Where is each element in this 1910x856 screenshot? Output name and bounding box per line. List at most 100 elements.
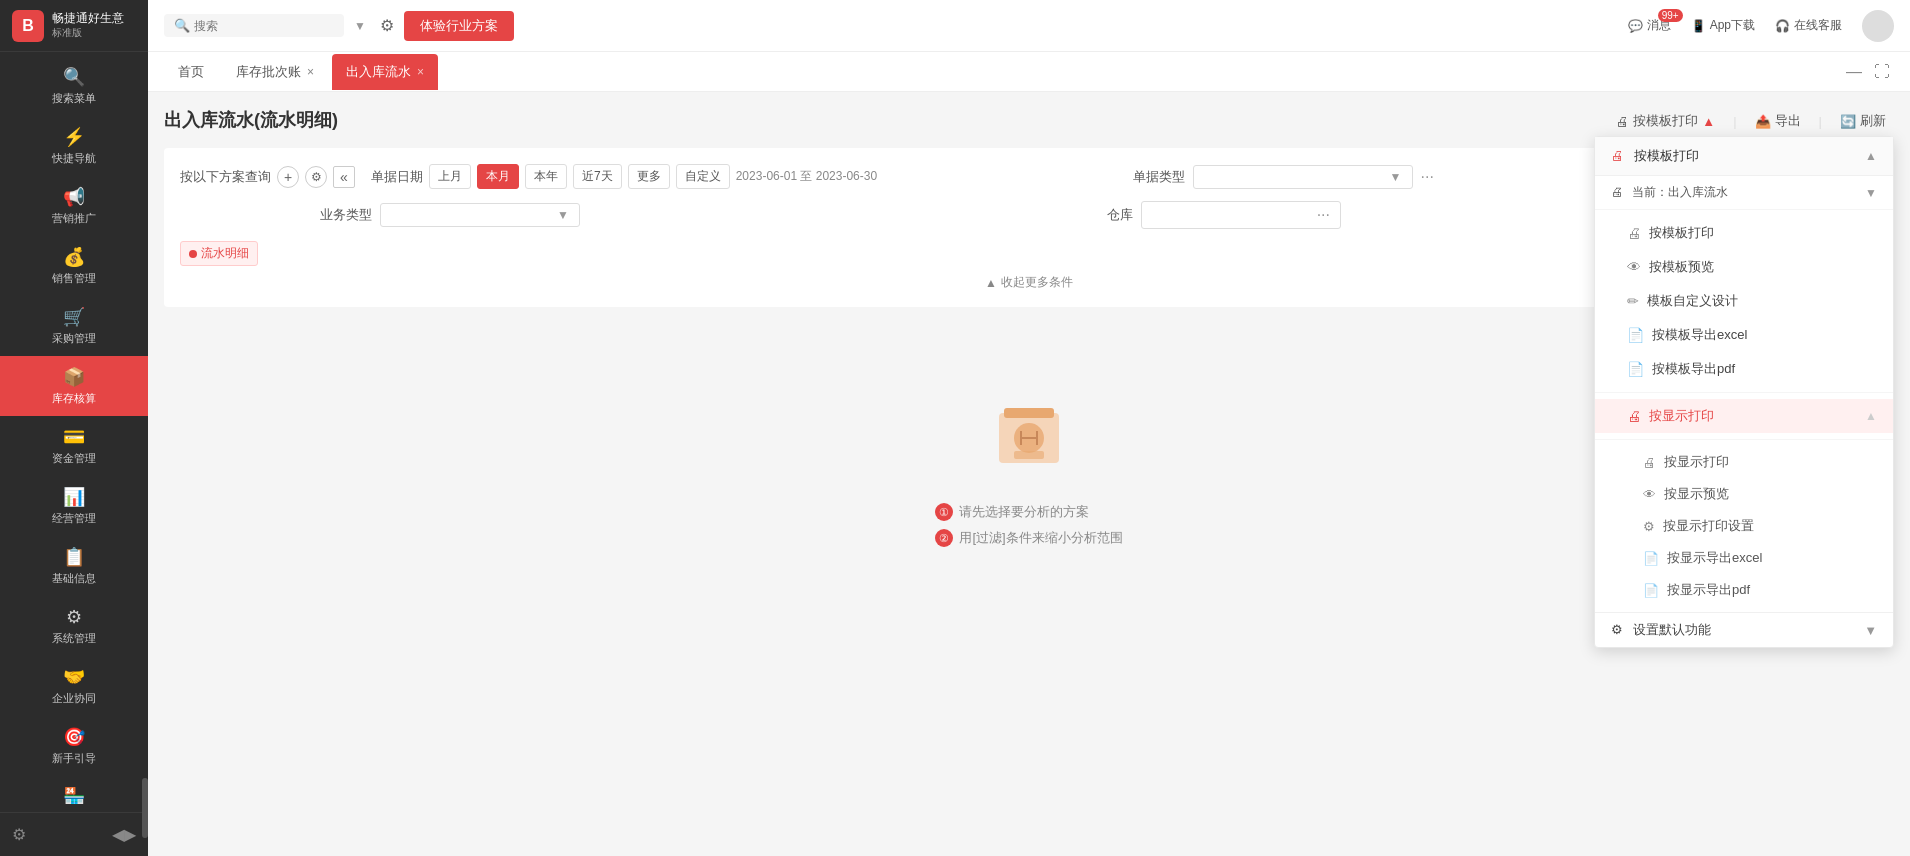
- display-print-icon: 🖨: [1643, 455, 1656, 470]
- doc-type-more-icon[interactable]: ···: [1421, 168, 1434, 186]
- topbar-search-box[interactable]: 🔍: [164, 14, 344, 37]
- display-print-settings-icon: ⚙: [1643, 519, 1655, 534]
- dropdown-display-section-header: 🖨 按显示打印 ▲: [1595, 393, 1893, 440]
- logo-name: 畅捷通好生意: [52, 11, 124, 27]
- filter-scheme-button[interactable]: ⚙: [305, 166, 327, 188]
- settings-icon[interactable]: ⚙: [12, 825, 26, 844]
- display-print-header-label: 按显示打印: [1649, 407, 1714, 425]
- shortcut-icon: ⚡: [63, 126, 85, 148]
- industry-solution-button[interactable]: 体验行业方案: [404, 11, 514, 41]
- refresh-button[interactable]: 🔄 刷新: [1832, 108, 1894, 134]
- search-icon: 🔍: [174, 18, 190, 33]
- warehouse-select[interactable]: ···: [1141, 201, 1341, 229]
- tab-home[interactable]: 首页: [164, 54, 218, 90]
- dropdown-current-chevron-icon[interactable]: ▼: [1865, 186, 1877, 200]
- guide-label: 新手引导: [52, 751, 96, 766]
- sidebar-item-search[interactable]: 🔍 搜索菜单: [0, 56, 148, 116]
- date-label: 单据日期: [371, 168, 423, 186]
- current-year-button[interactable]: 本年: [525, 164, 567, 189]
- user-avatar[interactable]: [1862, 10, 1894, 42]
- dropdown-template-preview[interactable]: 👁 按模板预览: [1595, 250, 1893, 284]
- active-filter-tag[interactable]: 流水明细: [180, 241, 258, 266]
- topbar-chevron-icon[interactable]: ▼: [354, 19, 366, 33]
- sidebar-item-finance[interactable]: 💳 资金管理: [0, 416, 148, 476]
- dropdown-footer-settings[interactable]: ⚙ 设置默认功能 ▼: [1595, 612, 1893, 647]
- collapse-more-button[interactable]: ▲ 收起更多条件: [985, 274, 1073, 291]
- last-7-days-button[interactable]: 近7天: [573, 164, 622, 189]
- collapse-sidebar-icon[interactable]: ◀▶: [112, 825, 136, 844]
- sidebar-item-guide[interactable]: 🎯 新手引导: [0, 716, 148, 776]
- dropdown-display-print-header[interactable]: 🖨 按显示打印 ▲: [1595, 399, 1893, 433]
- custom-date-button[interactable]: 自定义: [676, 164, 730, 189]
- dropdown-template-customize[interactable]: ✏ 模板自定义设计: [1595, 284, 1893, 318]
- dropdown-display-sub-section: 🖨 按显示打印 👁 按显示预览 ⚙ 按显示打印设置 📄 按显示导出excel 📄: [1595, 440, 1893, 612]
- filter-add-button[interactable]: +: [277, 166, 299, 188]
- message-icon: 💬: [1628, 19, 1643, 33]
- display-print-arrow-icon: ▲: [1865, 409, 1877, 423]
- export-button[interactable]: 📤 导出: [1747, 108, 1809, 134]
- sidebar-item-sales[interactable]: 💰 销售管理: [0, 236, 148, 296]
- right-toolbar: 🖨 按模板打印 ▲ | 📤 导出 | 🔄 刷新: [1608, 108, 1894, 134]
- dropdown-header-chevron-icon[interactable]: ▲: [1865, 149, 1877, 163]
- tabs-maximize-button[interactable]: ⛶: [1870, 59, 1894, 85]
- tab-flow-close[interactable]: ×: [417, 66, 424, 78]
- sidebar-item-appstore[interactable]: 🏪 应用中心: [0, 776, 148, 804]
- sidebar-item-shortcut[interactable]: ⚡ 快捷导航: [0, 116, 148, 176]
- refresh-label: 刷新: [1860, 112, 1886, 130]
- business-type-label: 业务类型: [320, 206, 372, 224]
- appstore-icon: 🏪: [63, 786, 85, 804]
- finance-label: 资金管理: [52, 451, 96, 466]
- sidebar-item-operations[interactable]: 📊 经营管理: [0, 476, 148, 536]
- sidebar-nav: 🔍 搜索菜单 ⚡ 快捷导航 📢 营销推广 💰 销售管理 🛒 采购管理 📦 库存核…: [0, 52, 148, 804]
- tab-batch-account-close[interactable]: ×: [307, 66, 314, 78]
- online-service-label: 在线客服: [1794, 17, 1842, 34]
- tabs-minimize-button[interactable]: —: [1842, 59, 1866, 85]
- filter-collapse-button[interactable]: «: [333, 166, 355, 188]
- app-download-label: App下载: [1710, 17, 1755, 34]
- tab-flow[interactable]: 出入库流水 ×: [332, 54, 438, 90]
- dropdown-display-print[interactable]: 🖨 按显示打印: [1595, 446, 1893, 478]
- warehouse-more-icon: ···: [1317, 206, 1330, 224]
- inventory-icon: 📦: [63, 366, 85, 388]
- dropdown-display-print-settings[interactable]: ⚙ 按显示打印设置: [1595, 510, 1893, 542]
- topbar-gear-icon[interactable]: ⚙: [380, 16, 394, 35]
- more-date-button[interactable]: 更多: [628, 164, 670, 189]
- app-download-button[interactable]: 📱 App下载: [1691, 17, 1755, 34]
- sidebar-item-system[interactable]: ⚙ 系统管理: [0, 596, 148, 656]
- basic-icon: 📋: [63, 546, 85, 568]
- guide-icon: 🎯: [63, 726, 85, 748]
- sidebar-item-marketing[interactable]: 📢 营销推广: [0, 176, 148, 236]
- dropdown-template-print[interactable]: 🖨 按模板打印: [1595, 216, 1893, 250]
- online-service-button[interactable]: 🎧 在线客服: [1775, 17, 1842, 34]
- prev-month-button[interactable]: 上月: [429, 164, 471, 189]
- enterprise-label: 企业协同: [52, 691, 96, 706]
- message-button[interactable]: 💬 消息 99+: [1628, 17, 1671, 34]
- footer-chevron-icon: ▼: [1864, 623, 1877, 638]
- current-month-button[interactable]: 本月: [477, 164, 519, 189]
- template-print-label: 按模板打印: [1649, 224, 1714, 242]
- dropdown-template-export-excel[interactable]: 📄 按模板导出excel: [1595, 318, 1893, 352]
- logo-icon: B: [12, 10, 44, 42]
- dropdown-template-export-pdf[interactable]: 📄 按模板导出pdf: [1595, 352, 1893, 386]
- search-label: 搜索菜单: [52, 91, 96, 106]
- tab-batch-account[interactable]: 库存批次账 ×: [222, 54, 328, 90]
- printer-icon-small: 🖨: [1611, 185, 1623, 199]
- sidebar-item-purchase[interactable]: 🛒 采购管理: [0, 296, 148, 356]
- print-chevron-up-icon: ▲: [1702, 114, 1715, 129]
- empty-illustration: [979, 383, 1079, 483]
- dropdown-display-export-excel[interactable]: 📄 按显示导出excel: [1595, 542, 1893, 574]
- sidebar-item-inventory[interactable]: 📦 库存核算: [0, 356, 148, 416]
- doc-type-select[interactable]: ▼: [1193, 165, 1413, 189]
- toolbar-separator: |: [1733, 114, 1736, 129]
- sidebar-item-basic[interactable]: 📋 基础信息: [0, 536, 148, 596]
- business-type-select[interactable]: ▼: [380, 203, 580, 227]
- empty-tips: ① 请先选择要分析的方案 ② 用[过滤]条件来缩小分析范围: [935, 499, 1122, 551]
- display-print-label: 按显示打印: [1664, 453, 1729, 471]
- dropdown-display-export-pdf[interactable]: 📄 按显示导出pdf: [1595, 574, 1893, 606]
- tab-flow-label: 出入库流水: [346, 63, 411, 81]
- display-preview-icon: 👁: [1643, 487, 1656, 502]
- sidebar-item-enterprise[interactable]: 🤝 企业协同: [0, 656, 148, 716]
- search-input[interactable]: [194, 19, 314, 33]
- print-button[interactable]: 🖨 按模板打印 ▲: [1608, 108, 1723, 134]
- dropdown-display-preview[interactable]: 👁 按显示预览: [1595, 478, 1893, 510]
